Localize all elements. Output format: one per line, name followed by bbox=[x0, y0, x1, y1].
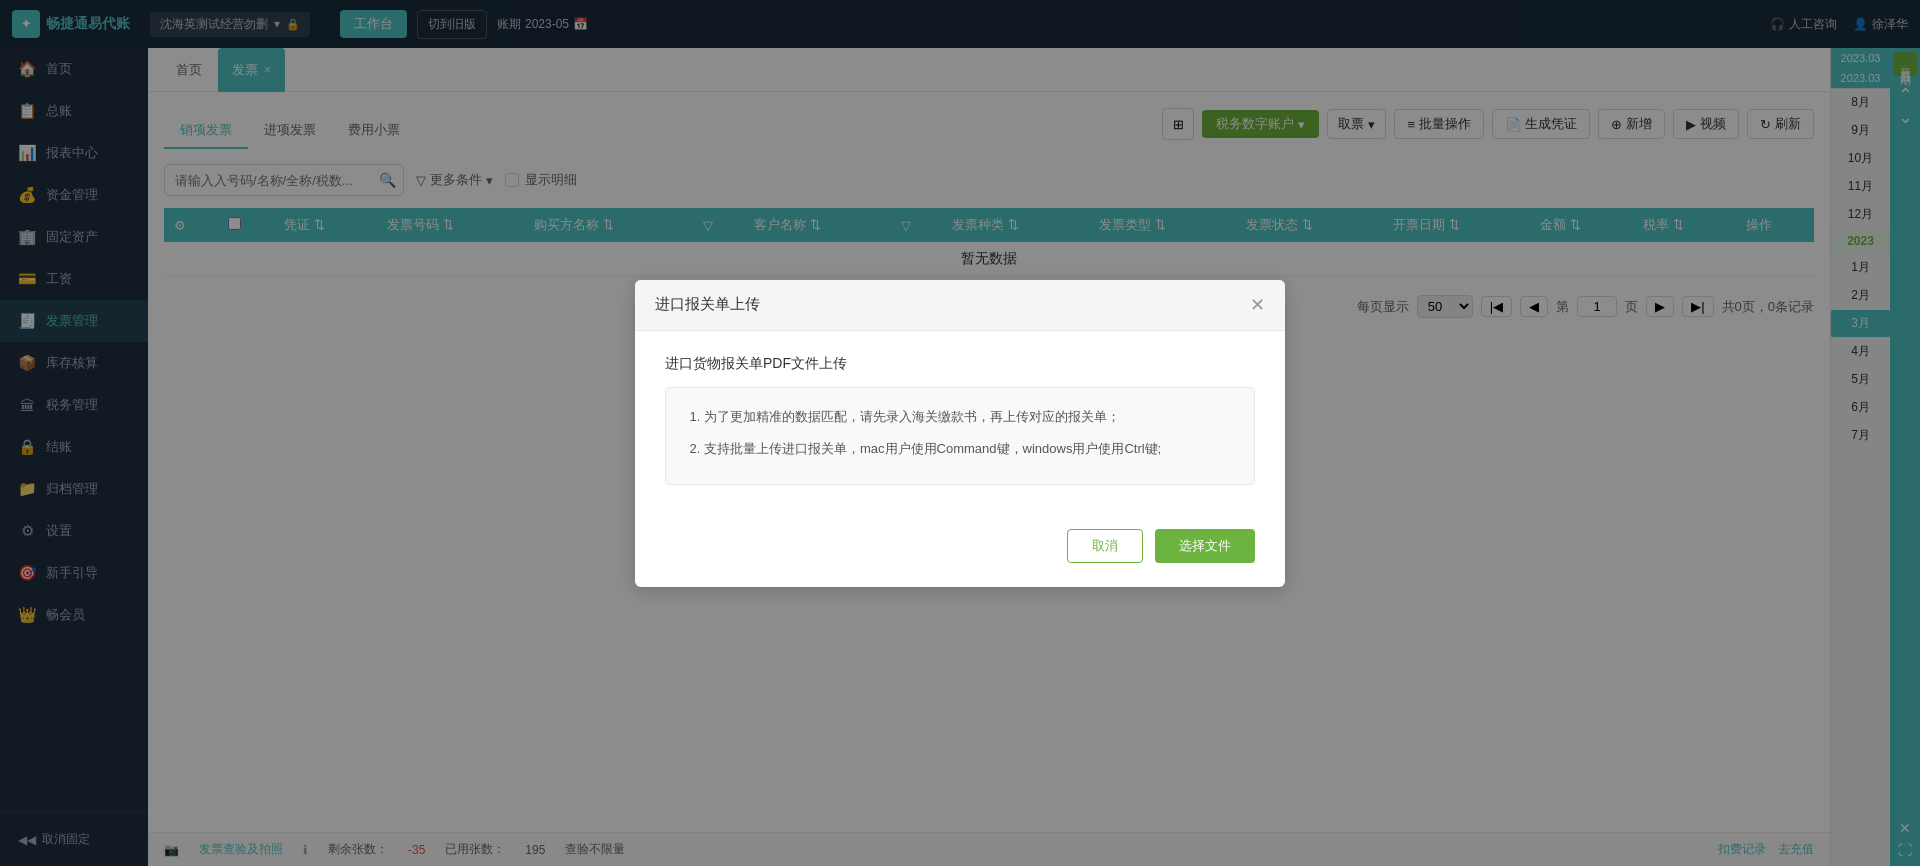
modal-body: 进口货物报关单PDF文件上传 为了更加精准的数据匹配，请先录入海关缴款书，再上传… bbox=[635, 331, 1285, 529]
modal-instruction-2: 支持批量上传进口报关单，mac用户使用Command键，windows用户使用C… bbox=[704, 436, 1234, 462]
modal-instruction-1: 为了更加精准的数据匹配，请先录入海关缴款书，再上传对应的报关单； bbox=[704, 404, 1234, 430]
modal: 进口报关单上传 ✕ 进口货物报关单PDF文件上传 为了更加精准的数据匹配，请先录… bbox=[635, 280, 1285, 587]
modal-select-file-button[interactable]: 选择文件 bbox=[1155, 529, 1255, 563]
modal-close-button[interactable]: ✕ bbox=[1250, 294, 1265, 316]
modal-title: 进口报关单上传 bbox=[655, 295, 760, 314]
modal-section-title: 进口货物报关单PDF文件上传 bbox=[665, 355, 1255, 373]
modal-overlay[interactable]: 进口报关单上传 ✕ 进口货物报关单PDF文件上传 为了更加精准的数据匹配，请先录… bbox=[0, 0, 1920, 866]
modal-info-box: 为了更加精准的数据匹配，请先录入海关缴款书，再上传对应的报关单； 支持批量上传进… bbox=[665, 387, 1255, 485]
modal-instructions: 为了更加精准的数据匹配，请先录入海关缴款书，再上传对应的报关单； 支持批量上传进… bbox=[686, 404, 1234, 462]
modal-header: 进口报关单上传 ✕ bbox=[635, 280, 1285, 331]
modal-cancel-button[interactable]: 取消 bbox=[1067, 529, 1143, 563]
modal-footer: 取消 选择文件 bbox=[635, 529, 1285, 587]
